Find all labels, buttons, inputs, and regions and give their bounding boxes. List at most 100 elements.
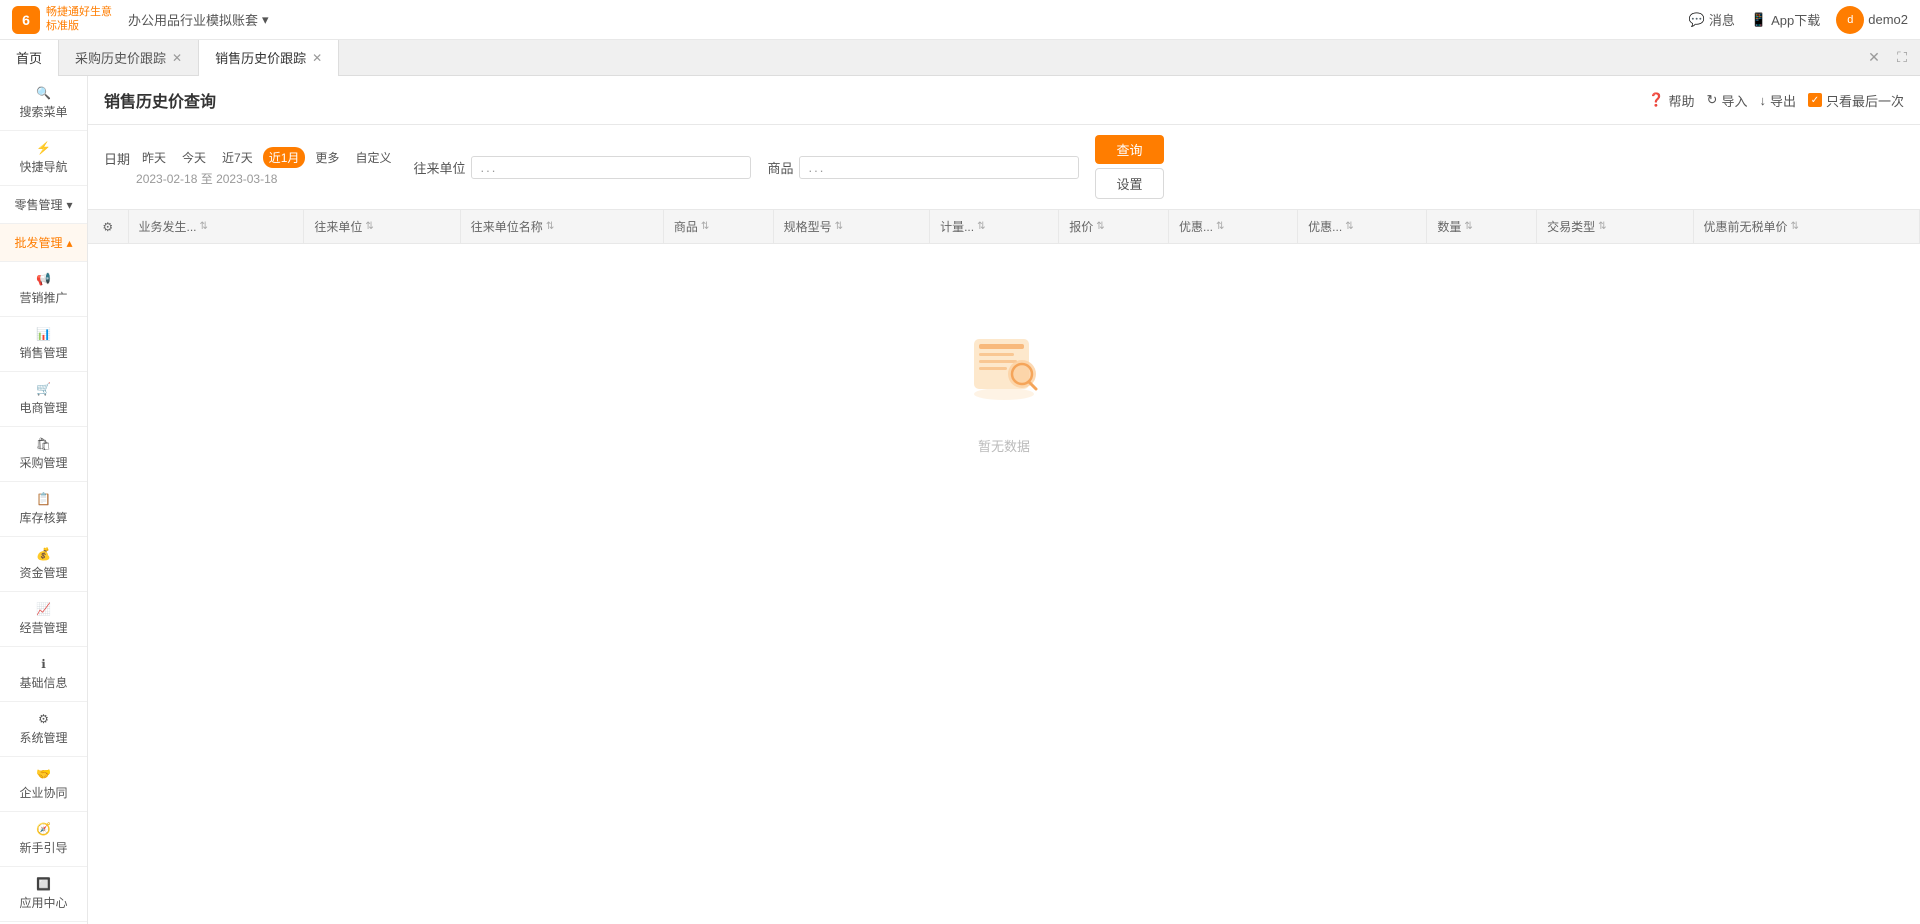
data-table: ⚙ 业务发生... ⇅ 往来单位 ⇅: [88, 210, 1920, 244]
message-icon: 💬: [1689, 12, 1705, 28]
sidebar-item-marketing[interactable]: 📢 营销推广: [0, 262, 87, 317]
topbar-right: 💬 消息 📱 App下载 d demo2: [1689, 6, 1908, 34]
operations-icon: 📈: [36, 602, 51, 616]
filter-partner: 往来单位 ...: [413, 156, 751, 179]
user-action[interactable]: d demo2: [1836, 6, 1908, 34]
page-title: 销售历史价查询: [104, 88, 216, 112]
tab-purchase-history[interactable]: 采购历史价跟踪 ✕: [59, 40, 199, 76]
table-col-discount1[interactable]: 优惠... ⇅: [1168, 210, 1297, 244]
table-col-trade-type[interactable]: 交易类型 ⇅: [1537, 210, 1693, 244]
sort-icon-trade-type: ⇅: [1598, 221, 1606, 232]
help-icon: ❓: [1648, 92, 1664, 108]
sidebar-item-finance[interactable]: 💰 资金管理: [0, 537, 87, 592]
tab-home[interactable]: 首页: [0, 40, 59, 76]
basic-info-icon: ℹ: [41, 657, 46, 671]
sidebar-item-enterprise-collab[interactable]: 🤝 企业协同: [0, 757, 87, 812]
sidebar-item-operations[interactable]: 📈 经营管理: [0, 592, 87, 647]
help-action[interactable]: ❓ 帮助: [1648, 91, 1694, 110]
date-btn-7days[interactable]: 近7天: [216, 147, 259, 168]
table-col-partner[interactable]: 往来单位 ⇅: [304, 210, 460, 244]
filter-goods: 商品 ...: [767, 156, 1079, 179]
date-btn-more[interactable]: 更多: [309, 147, 345, 168]
date-range: 2023-02-18 至 2023-03-18: [136, 170, 397, 187]
partner-input[interactable]: ...: [471, 156, 751, 179]
sort-icon-discount1: ⇅: [1216, 221, 1224, 232]
checkbox-checked-icon: ✓: [1808, 93, 1822, 107]
empty-text: 暂无数据: [978, 436, 1030, 455]
empty-state: 暂无数据: [88, 244, 1920, 535]
sidebar-item-app-center[interactable]: 🔲 应用中心: [0, 867, 87, 922]
sidebar-item-system[interactable]: ⚙ 系统管理: [0, 702, 87, 757]
table-col-date[interactable]: 业务发生... ⇅: [128, 210, 304, 244]
app-selector[interactable]: 办公用品行业模拟账套 ▾: [120, 6, 277, 33]
sales-icon: 📊: [36, 327, 51, 341]
search-icon: 🔍: [36, 86, 51, 100]
date-btn-1month[interactable]: 近1月: [263, 147, 306, 168]
only-last-once[interactable]: ✓ 只看最后一次: [1808, 91, 1904, 110]
gear-cell: ⚙: [98, 220, 118, 234]
table-col-qty[interactable]: 数量 ⇅: [1427, 210, 1537, 244]
table-col-goods[interactable]: 商品 ⇅: [663, 210, 773, 244]
table-col-pretax-price[interactable]: 优惠前无税单价 ⇅: [1693, 210, 1919, 244]
sidebar: 🔍 搜索菜单 ⚡ 快捷导航 零售管理 ▾ 批发管理 ▴ 📢 营销推广 📊 销售管…: [0, 76, 88, 924]
message-action[interactable]: 💬 消息: [1689, 10, 1735, 29]
sidebar-item-beginner[interactable]: 🧭 新手引导: [0, 812, 87, 867]
query-button[interactable]: 查询: [1095, 135, 1163, 164]
tab-close-purchase[interactable]: ✕: [172, 51, 182, 65]
close-window-icon[interactable]: ✕: [1864, 48, 1884, 68]
sort-icon-date: ⇅: [200, 221, 208, 232]
table-col-price[interactable]: 报价 ⇅: [1059, 210, 1169, 244]
table-col-partner-name[interactable]: 往来单位名称 ⇅: [460, 210, 663, 244]
tab-close-sales[interactable]: ✕: [312, 51, 322, 65]
inventory-icon: 📋: [36, 492, 51, 506]
maximize-window-icon[interactable]: ⛶: [1892, 48, 1912, 68]
table-col-discount2[interactable]: 优惠... ⇅: [1298, 210, 1427, 244]
logo-text: 畅捷通好生意 标准版: [46, 6, 112, 32]
page-actions: ❓ 帮助 ↻ 导入 ↓ 导出 ✓ 只看最后一次: [1648, 91, 1904, 110]
page-header: 销售历史价查询 ❓ 帮助 ↻ 导入 ↓ 导出 ✓: [88, 76, 1920, 125]
beginner-icon: 🧭: [36, 822, 51, 836]
export-icon: ↓: [1759, 93, 1766, 108]
finance-icon: 💰: [36, 547, 51, 561]
marketing-icon: 📢: [36, 272, 51, 286]
filter-row: 日期 昨天 今天 近7天 近1月 更多 自定义 2023-02-18 至 202…: [104, 135, 1904, 199]
sort-icon-partner: ⇅: [365, 221, 373, 232]
page-title-row: 销售历史价查询 ❓ 帮助 ↻ 导入 ↓ 导出 ✓: [104, 88, 1904, 112]
action-buttons: 查询 设置: [1095, 135, 1163, 199]
tab-sales-history[interactable]: 销售历史价跟踪 ✕: [199, 40, 339, 76]
sidebar-item-quick-nav[interactable]: ⚡ 快捷导航: [0, 131, 87, 186]
date-btn-custom[interactable]: 自定义: [349, 147, 397, 168]
chevron-up-icon: ▴: [66, 236, 72, 250]
content-area: 销售历史价查询 ❓ 帮助 ↻ 导入 ↓ 导出 ✓: [88, 76, 1920, 924]
goods-input[interactable]: ...: [799, 156, 1079, 179]
sidebar-item-sales[interactable]: 📊 销售管理: [0, 317, 87, 372]
export-action[interactable]: ↓ 导出: [1759, 91, 1796, 110]
system-icon: ⚙: [38, 712, 49, 726]
sidebar-item-retail[interactable]: 零售管理 ▾: [0, 186, 87, 224]
date-value-group: 昨天 今天 近7天 近1月 更多 自定义 2023-02-18 至 2023-0…: [136, 147, 397, 187]
sort-icon-partner-name: ⇅: [546, 221, 554, 232]
download-action[interactable]: 📱 App下载: [1751, 10, 1820, 29]
sidebar-item-ecommerce[interactable]: 🛒 电商管理: [0, 372, 87, 427]
logo-area: 6 畅捷通好生意 标准版: [12, 6, 112, 34]
table-col-gear[interactable]: ⚙: [88, 210, 128, 244]
sidebar-item-basic-info[interactable]: ℹ 基础信息: [0, 647, 87, 702]
collab-icon: 🤝: [36, 767, 51, 781]
sidebar-item-wholesale[interactable]: 批发管理 ▴: [0, 224, 87, 262]
sidebar-item-search[interactable]: 🔍 搜索菜单: [0, 76, 87, 131]
date-btn-today[interactable]: 今天: [176, 147, 212, 168]
table-col-spec[interactable]: 规格型号 ⇅: [773, 210, 929, 244]
logo-icon: 6: [12, 6, 40, 34]
date-btn-yesterday[interactable]: 昨天: [136, 147, 172, 168]
import-action[interactable]: ↻ 导入: [1707, 91, 1748, 110]
table-col-unit[interactable]: 计量... ⇅: [930, 210, 1059, 244]
date-buttons: 昨天 今天 近7天 近1月 更多 自定义: [136, 147, 397, 168]
sidebar-item-purchase[interactable]: 🛍 采购管理: [0, 427, 87, 482]
table-header-row: ⚙ 业务发生... ⇅ 往来单位 ⇅: [88, 210, 1920, 244]
sort-icon-goods: ⇅: [701, 221, 709, 232]
settings-button[interactable]: 设置: [1095, 168, 1163, 199]
download-icon: 📱: [1751, 12, 1767, 28]
import-icon: ↻: [1707, 92, 1718, 108]
sidebar-item-inventory[interactable]: 📋 库存核算: [0, 482, 87, 537]
app-center-icon: 🔲: [36, 877, 51, 891]
